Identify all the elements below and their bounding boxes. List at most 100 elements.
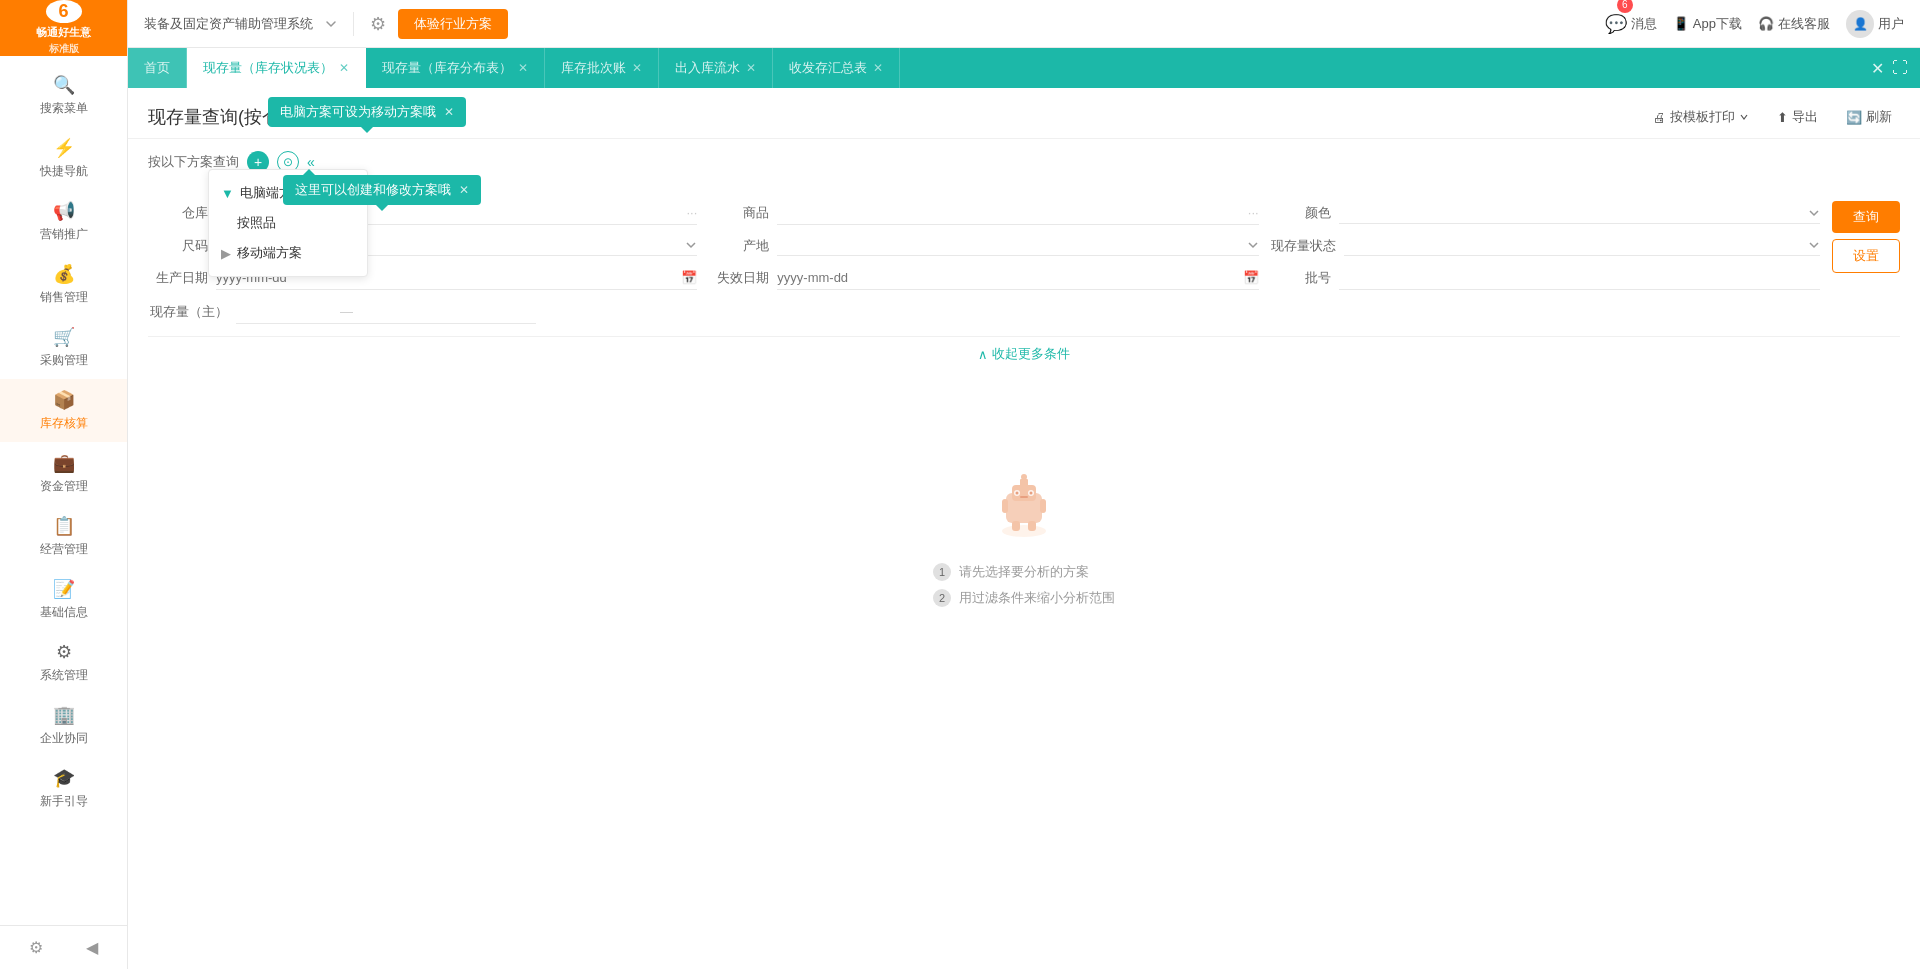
industry-btn[interactable]: 体验行业方案 [398,9,508,39]
fullscreen-btn[interactable]: ⛶ [1892,59,1908,77]
tooltip1-close[interactable]: ✕ [444,105,454,119]
tab-summary[interactable]: 收发存汇总表 ✕ [773,48,900,88]
user-btn[interactable]: 👤 用户 [1846,10,1904,38]
refresh-btn[interactable]: 🔄 刷新 [1838,104,1900,130]
sidebar-label-purchase: 采购管理 [40,352,88,369]
sidebar-item-system[interactable]: ⚙ 系统管理 [0,631,127,694]
sidebar-item-inventory[interactable]: 📦 库存核算 [0,379,127,442]
tab-close-inventory-dist[interactable]: ✕ [518,61,528,75]
svg-point-0 [1002,525,1046,537]
expire-date-calendar-icon[interactable]: 📅 [1243,270,1259,285]
stock-status-select[interactable] [1344,235,1820,256]
filter-goods: 商品 ··· [709,201,1258,225]
sidebar-collapse-btn[interactable]: ◀ [82,934,102,961]
expire-date-input[interactable]: 📅 [777,266,1258,290]
filter-fields: 仓库 ··· 商品 ··· [148,201,1820,332]
refresh-label: 刷新 [1866,108,1892,126]
filter-section: 按以下方案查询 + ⊙ « ▼ 电脑端方案 按照品 ▶ 移动端方案 [128,139,1920,383]
tab-home-label: 首页 [144,59,170,77]
set-button[interactable]: 设置 [1832,239,1900,273]
search-icon: 🔍 [53,74,75,96]
print-btn[interactable]: 🖨 按模板打印 [1645,104,1757,130]
expire-date-field[interactable] [777,270,1242,285]
stock-qty-max[interactable] [357,304,457,319]
tab-bar: 首页 现存量（库存状况表） ✕ 现存量（库存分布表） ✕ 库存批次账 ✕ 出入库… [128,48,1920,88]
purchase-icon: 🛒 [53,326,75,348]
stock-qty-label: 现存量（主） [148,303,228,321]
color-select[interactable] [1339,203,1820,224]
tab-close-batch-ledger[interactable]: ✕ [632,61,642,75]
svg-rect-11 [1028,521,1036,531]
stock-qty-min[interactable] [236,304,336,319]
header-settings-icon[interactable]: ⚙ [370,13,386,35]
tab-inventory-status-label: 现存量（库存状况表） [203,59,333,77]
basic-icon: 📝 [53,578,75,600]
svg-point-6 [1030,492,1033,495]
tooltip2-close[interactable]: ✕ [459,183,469,197]
sidebar-item-sales[interactable]: 💰 销售管理 [0,253,127,316]
tab-flow[interactable]: 出入库流水 ✕ [659,48,773,88]
close-all-btn[interactable]: ✕ [1871,59,1884,78]
tab-inventory-status[interactable]: 现存量（库存状况表） ✕ [187,48,366,88]
filter-arrow-btn[interactable]: « [307,154,315,170]
export-btn[interactable]: ⬆ 导出 [1769,104,1826,130]
sidebar-bottom: ⚙ ◀ [0,925,127,969]
sidebar-item-search[interactable]: 🔍 搜索菜单 [0,64,127,127]
goods-select[interactable]: ··· [777,201,1258,225]
range-separator: — [340,304,353,319]
sidebar-settings-btn[interactable]: ⚙ [25,934,47,961]
tooltip-scheme-1: 电脑方案可设为移动方案哦 ✕ [268,97,466,127]
svg-rect-12 [1020,479,1028,487]
sidebar-item-quicknav[interactable]: ⚡ 快捷导航 [0,127,127,190]
sidebar-item-marketing[interactable]: 📢 营销推广 [0,190,127,253]
tab-close-summary[interactable]: ✕ [873,61,883,75]
filter-row-2: 尺码 产地 [148,235,1820,256]
operations-icon: 📋 [53,515,75,537]
message-icon: 💬 [1605,14,1627,34]
produce-date-calendar-icon[interactable]: 📅 [681,270,697,285]
brand-sub: 标准版 [49,42,79,56]
step-1-text: 请先选择要分析的方案 [959,563,1089,581]
app-download-btn[interactable]: 📱 App下载 [1673,15,1742,33]
tab-close-flow[interactable]: ✕ [746,61,756,75]
system-icon: ⚙ [56,641,72,663]
tab-inventory-dist-label: 现存量（库存分布表） [382,59,512,77]
batch-no-input[interactable] [1339,266,1820,290]
marketing-icon: 📢 [53,200,75,222]
quicknav-icon: ⚡ [53,137,75,159]
svg-rect-8 [1002,499,1008,513]
indicator-dot-container [376,175,384,183]
inventory-icon: 📦 [53,389,75,411]
produce-date-label: 生产日期 [148,269,208,287]
print-label: 按模板打印 [1670,108,1735,126]
scheme-item-bygoods[interactable]: 按照品 [209,208,367,238]
sidebar-nav: 🔍 搜索菜单 ⚡ 快捷导航 📢 营销推广 💰 销售管理 🛒 采购管理 📦 库存核… [0,56,127,925]
warehouse-dots: ··· [686,205,697,220]
finance-icon: 💼 [53,452,75,474]
message-btn[interactable]: 💬 6 消息 [1605,13,1657,35]
collapse-more-label: 收起更多条件 [992,345,1070,363]
tab-close-inventory-status[interactable]: ✕ [339,61,349,75]
sidebar-item-basic[interactable]: 📝 基础信息 [0,568,127,631]
tab-batch-ledger[interactable]: 库存批次账 ✕ [545,48,659,88]
svg-rect-9 [1040,499,1046,513]
sidebar-item-finance[interactable]: 💼 资金管理 [0,442,127,505]
expire-date-label: 失效日期 [709,269,769,287]
filter-content: 仓库 ··· 商品 ··· [148,201,1900,332]
sidebar-item-guide[interactable]: 🎓 新手引导 [0,757,127,820]
tab-home[interactable]: 首页 [128,48,187,88]
sidebar-item-company[interactable]: 🏢 企业协同 [0,694,127,757]
query-button[interactable]: 查询 [1832,201,1900,233]
export-label: 导出 [1792,108,1818,126]
sidebar-label-marketing: 营销推广 [40,226,88,243]
service-btn[interactable]: 🎧 在线客服 [1758,15,1830,33]
user-icon: 👤 [1853,17,1868,31]
avatar: 👤 [1846,10,1874,38]
sidebar-item-purchase[interactable]: 🛒 采购管理 [0,316,127,379]
tab-inventory-dist[interactable]: 现存量（库存分布表） ✕ [366,48,545,88]
filter-expire-date: 失效日期 📅 [709,266,1258,290]
collapse-more-btn[interactable]: ∧ 收起更多条件 [148,336,1900,371]
sidebar-item-operations[interactable]: 📋 经营管理 [0,505,127,568]
origin-select[interactable] [777,235,1258,256]
scheme-item-mobile[interactable]: ▶ 移动端方案 [209,238,367,268]
